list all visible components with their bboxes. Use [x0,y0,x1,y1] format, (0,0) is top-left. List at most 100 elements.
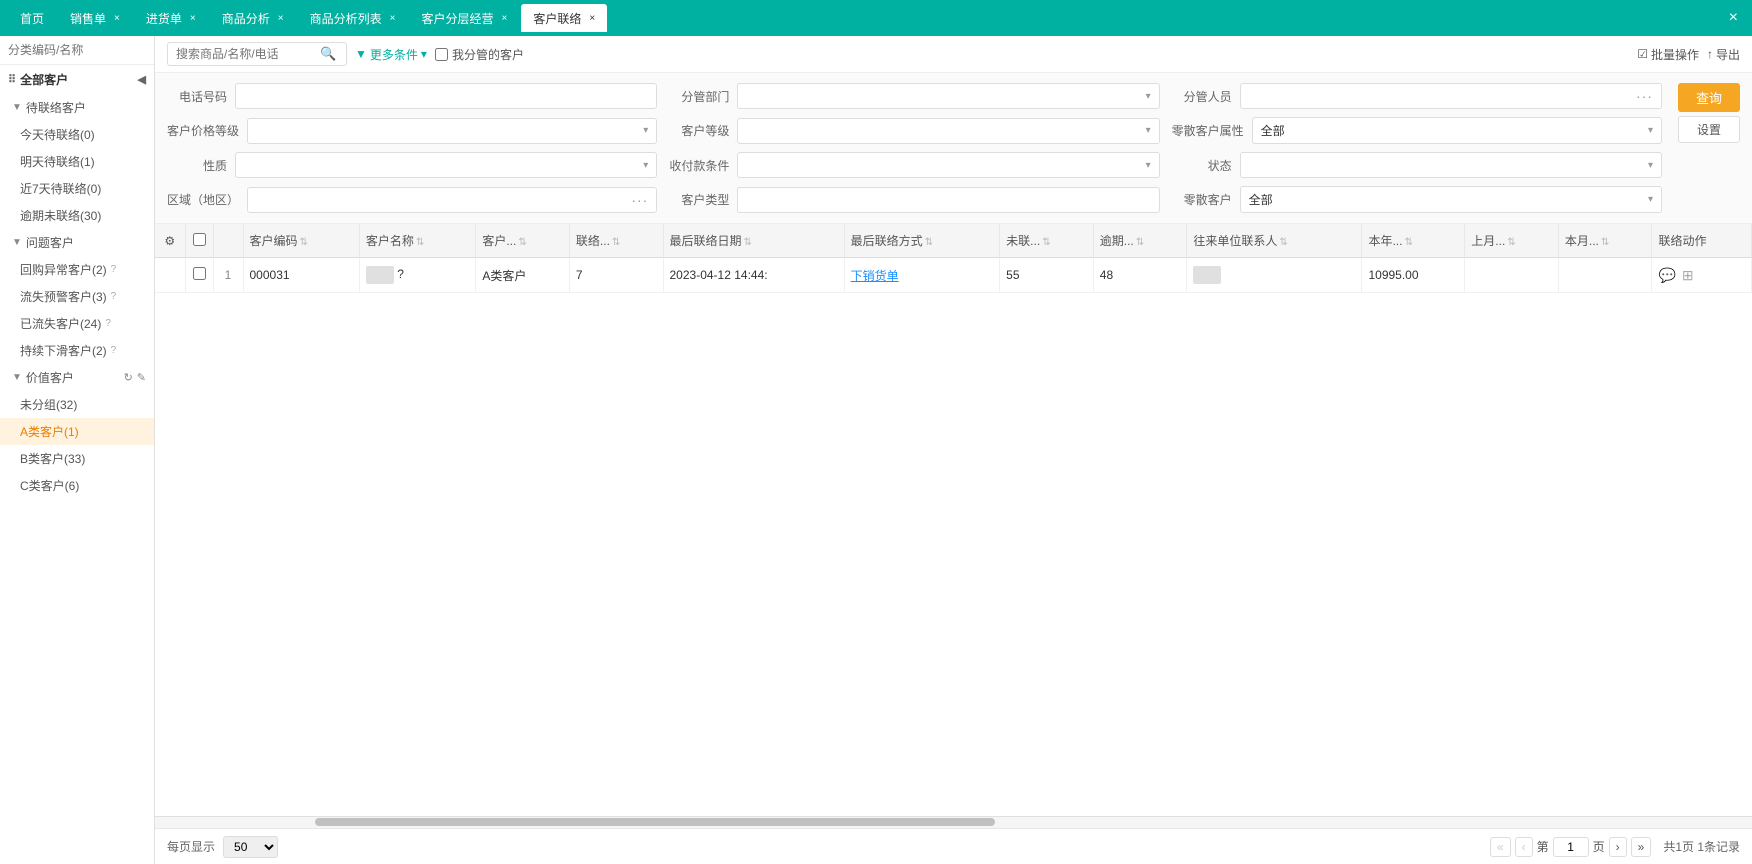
sort-this-month[interactable]: ⇅ [1601,237,1609,248]
sidebar-item-class-b[interactable]: B类客户(33) [0,445,154,472]
row-last-method[interactable]: 下销货单 [844,258,1000,293]
filter-phone-input[interactable] [235,83,657,109]
col-unit-contact[interactable]: 往来单位联系人⇅ [1187,224,1362,258]
nav-tab-customer-contact[interactable]: 客户联络 × [521,4,607,32]
sidebar-item-churn-warn[interactable]: 流失预警客户(3) ? [0,283,154,310]
sidebar-item-unclassified[interactable]: 未分组(32) [0,391,154,418]
pager-prev-btn[interactable]: ‹ [1515,837,1533,857]
refresh-icon[interactable]: ↻ [124,371,133,384]
filter-retail-select[interactable]: 全部 ▾ [1240,186,1662,213]
col-code[interactable]: 客户编码⇅ [243,224,359,258]
filter-item-nature: 性质 ▾ [167,152,657,178]
col-contact[interactable]: 联络...⇅ [569,224,663,258]
filter-customer-type-input[interactable] [737,187,1159,213]
export-btn[interactable]: ↑ 导出 [1707,46,1740,63]
filter-customer-level-select[interactable]: ▾ [737,118,1159,144]
sort-last-date[interactable]: ⇅ [744,237,752,248]
sidebar-search-input[interactable] [8,43,155,57]
filter-region-select[interactable]: ··· [247,187,657,213]
nav-tab-analysis-list[interactable]: 商品分析列表 × [298,4,408,32]
col-last-date[interactable]: 最后联络日期⇅ [663,224,844,258]
sort-contact[interactable]: ⇅ [612,237,620,248]
col-overdue[interactable]: 逾期...⇅ [1093,224,1187,258]
sidebar-item-repurchase[interactable]: 回购异常客户(2) ? [0,256,154,283]
nav-tab-purchase[interactable]: 进货单 × [134,4,208,32]
sort-category[interactable]: ⇅ [518,237,526,248]
tab-analysis-close[interactable]: × [278,13,284,24]
sort-unit-contact[interactable]: ⇅ [1279,237,1287,248]
filter-price-level-select[interactable]: ▾ [247,118,657,144]
tab-purchase-close[interactable]: × [190,13,196,24]
h-scroll-track[interactable] [155,818,1752,826]
sort-uncontacted[interactable]: ⇅ [1042,237,1050,248]
nav-tab-analysis[interactable]: 商品分析 × [210,4,296,32]
last-method-link[interactable]: 下销货单 [851,269,899,283]
col-settings[interactable]: ⚙ [155,224,185,258]
item-tomorrow-label: 明天待联络(1) [20,153,95,170]
sort-last-method[interactable]: ⇅ [925,237,933,248]
grid-icon[interactable]: ⊞ [1682,267,1694,284]
sort-last-month[interactable]: ⇅ [1507,237,1515,248]
sidebar-item-class-a[interactable]: A类客户(1) [0,418,154,445]
sort-this-year[interactable]: ⇅ [1404,237,1412,248]
tab-sales-close[interactable]: × [114,13,120,24]
tab-customer-contact-close[interactable]: × [589,13,595,24]
sort-overdue[interactable]: ⇅ [1136,237,1144,248]
nav-home[interactable]: 首页 [8,4,56,32]
col-uncontacted[interactable]: 未联...⇅ [1000,224,1094,258]
my-customers-checkbox-area[interactable]: 我分管的客户 [435,46,524,63]
row-checkbox[interactable] [193,267,206,280]
col-name[interactable]: 客户名称⇅ [359,224,475,258]
row-settings [155,258,185,293]
sidebar-item-tomorrow[interactable]: 明天待联络(1) [0,148,154,175]
sidebar-collapse-btn[interactable]: ◀ [138,73,146,86]
row-checkbox-cell[interactable] [185,258,213,293]
group-problem-customers[interactable]: ▼ 问题客户 [0,229,154,256]
edit-icon[interactable]: ✎ [137,371,146,384]
sort-name[interactable]: ⇅ [416,237,424,248]
filter-label-price-level: 客户价格等级 [167,122,239,139]
sidebar-item-7days[interactable]: 近7天待联络(0) [0,175,154,202]
sidebar-item-overdue[interactable]: 逾期未联络(30) [0,202,154,229]
close-all-btn[interactable]: × [1723,9,1744,27]
all-customers-header: ⠿ 全部客户 ◀ [0,65,154,94]
batch-op-btn[interactable]: ☑ 批量操作 [1637,46,1699,63]
col-checkbox[interactable] [185,224,213,258]
nav-tab-sales[interactable]: 销售单 × [58,4,132,32]
col-this-year[interactable]: 本年...⇅ [1362,224,1465,258]
my-customers-checkbox[interactable] [435,48,448,61]
col-last-method[interactable]: 最后联络方式⇅ [844,224,1000,258]
col-this-month[interactable]: 本月...⇅ [1558,224,1652,258]
sidebar-item-today[interactable]: 今天待联络(0) [0,121,154,148]
filter-payment-select[interactable]: ▾ [737,152,1159,178]
filter-dept-select[interactable]: ▾ [737,83,1159,109]
sidebar-item-declining[interactable]: 持续下滑客户(2) ? [0,337,154,364]
sidebar-item-churned[interactable]: 已流失客户(24) ? [0,310,154,337]
page-input[interactable] [1553,837,1589,857]
pager-next-btn[interactable]: › [1609,837,1627,857]
sidebar-item-class-c[interactable]: C类客户(6) [0,472,154,499]
query-btn[interactable]: 查询 [1678,83,1740,112]
settings-btn[interactable]: 设置 [1678,116,1740,143]
search-input[interactable] [176,47,316,61]
per-page-select[interactable]: 50 100 200 [223,836,278,858]
more-filter-btn[interactable]: ▼ 更多条件 ▾ [355,46,427,63]
h-scroll-thumb[interactable] [315,818,995,826]
select-all-checkbox[interactable] [193,233,206,246]
group-pending-contact[interactable]: ▼ 待联络客户 [0,94,154,121]
filter-nature-select[interactable]: ▾ [235,152,657,178]
chat-icon[interactable]: 💬 [1658,267,1675,284]
filter-status-select[interactable]: ▾ [1240,152,1662,178]
col-category[interactable]: 客户...⇅ [476,224,570,258]
sort-code[interactable]: ⇅ [300,237,308,248]
pager-last-btn[interactable]: » [1631,837,1652,857]
pager-first-btn[interactable]: « [1490,837,1511,857]
search-icon[interactable]: 🔍 [320,46,336,62]
filter-retail-attr-select[interactable]: 全部 ▾ [1252,117,1662,144]
col-last-month[interactable]: 上月...⇅ [1465,224,1559,258]
nav-tab-customer-tier[interactable]: 客户分层经营 × [409,4,519,32]
tab-analysis-list-close[interactable]: × [390,13,396,24]
group-value-customers[interactable]: ▼ 价值客户 ↻ ✎ [0,364,154,391]
tab-customer-tier-close[interactable]: × [501,13,507,24]
filter-person-select[interactable]: ··· [1240,83,1662,109]
